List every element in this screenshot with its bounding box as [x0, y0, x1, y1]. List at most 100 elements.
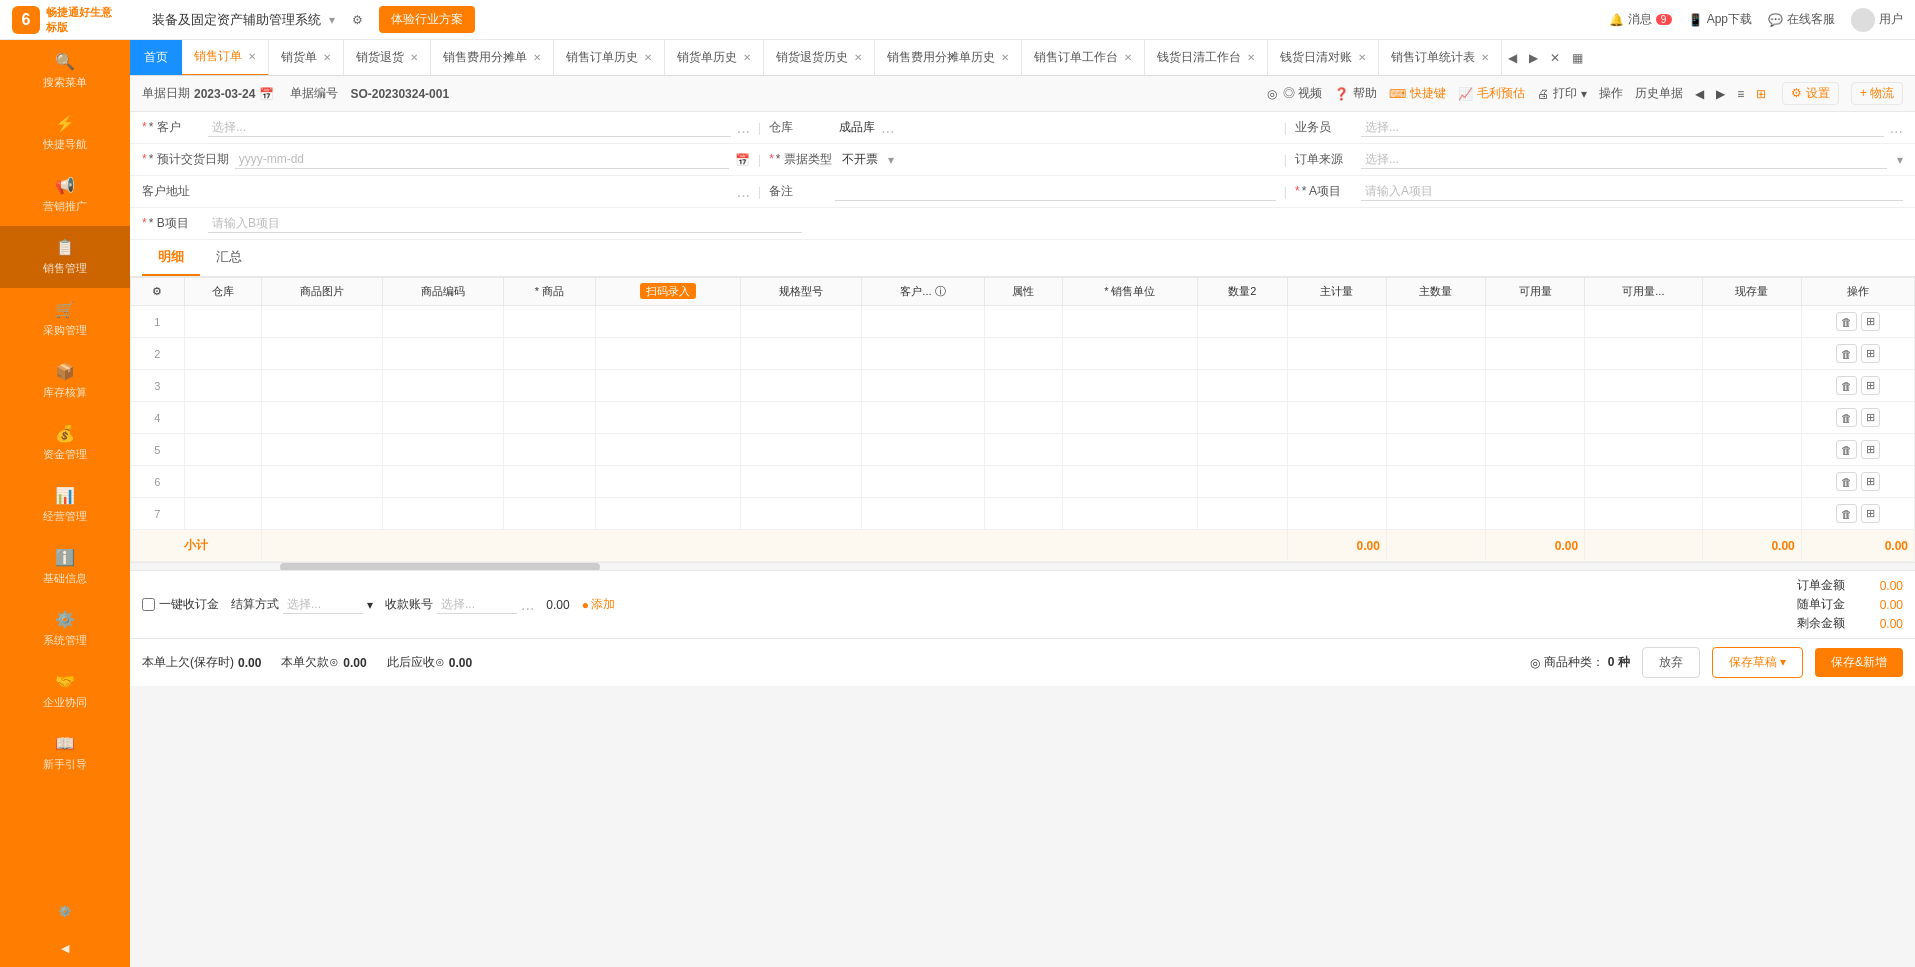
sidebar-item-purchase[interactable]: 🛒 采购管理: [0, 288, 130, 350]
row-scan[interactable]: [595, 306, 740, 338]
customer-input[interactable]: [208, 118, 731, 137]
print-dropdown-icon[interactable]: ▾: [1581, 87, 1587, 101]
one-key-payment-checkbox[interactable]: 一键收订金: [142, 596, 219, 613]
tab-sales-invoice[interactable]: 销货单 ✕: [269, 40, 344, 76]
row-code[interactable]: [382, 498, 503, 530]
row-image[interactable]: [261, 370, 382, 402]
row-copy-button[interactable]: ⊞: [1861, 344, 1880, 363]
payment-method-input[interactable]: [283, 595, 363, 614]
add-button[interactable]: ● 添加: [582, 596, 615, 613]
toolbar-profit-button[interactable]: 📈 毛利预估: [1458, 85, 1525, 102]
account-input[interactable]: [437, 595, 517, 614]
row-unit[interactable]: [1062, 498, 1198, 530]
industry-solution-button[interactable]: 体验行业方案: [379, 6, 475, 33]
row-main-unit[interactable]: [1287, 402, 1386, 434]
row-avail-qty[interactable]: [1486, 402, 1585, 434]
row-copy-button[interactable]: ⊞: [1861, 440, 1880, 459]
row-main-qty[interactable]: [1386, 466, 1485, 498]
row-unit[interactable]: [1062, 466, 1198, 498]
tab-sales-return-close[interactable]: ✕: [410, 52, 418, 63]
row-customer-code[interactable]: [861, 434, 984, 466]
row-warehouse[interactable]: [184, 434, 261, 466]
row-customer-code[interactable]: [861, 466, 984, 498]
tab-daily-workbench-close[interactable]: ✕: [1247, 52, 1255, 63]
staff-more-icon[interactable]: ...: [1890, 119, 1903, 137]
calendar-icon[interactable]: 📅: [259, 87, 274, 101]
b-project-input[interactable]: [208, 214, 802, 233]
tab-menu-button[interactable]: ▦: [1566, 40, 1589, 76]
tab-invoice-history[interactable]: 销货单历史 ✕: [665, 40, 764, 76]
tab-sales-order-history-close[interactable]: ✕: [644, 52, 652, 63]
row-spec[interactable]: [740, 402, 861, 434]
abandon-button[interactable]: 放弃: [1642, 647, 1700, 678]
row-action[interactable]: 🗑 ⊞: [1801, 434, 1914, 466]
row-action[interactable]: 🗑 ⊞: [1801, 498, 1914, 530]
row-product[interactable]: [503, 466, 595, 498]
row-product[interactable]: [503, 338, 595, 370]
toolbar-operation-button[interactable]: 操作: [1599, 85, 1623, 102]
sidebar-item-enterprise[interactable]: 🤝 企业协同: [0, 660, 130, 722]
sidebar-collapse-button[interactable]: ◀: [0, 930, 130, 967]
row-main-unit[interactable]: [1287, 306, 1386, 338]
col-header-settings[interactable]: ⚙: [131, 278, 185, 306]
tab-sales-order-history[interactable]: 销售订单历史 ✕: [554, 40, 665, 76]
order-source-dropdown-icon[interactable]: ▾: [1897, 153, 1903, 167]
sidebar-item-inventory[interactable]: 📦 库存核算: [0, 350, 130, 412]
sidebar-item-finance[interactable]: 💰 资金管理: [0, 412, 130, 474]
order-source-input[interactable]: [1361, 150, 1887, 169]
row-avail-qty[interactable]: [1486, 338, 1585, 370]
row-customer-code[interactable]: [861, 498, 984, 530]
tab-sales-order[interactable]: 销售订单 ✕: [182, 40, 269, 76]
row-delete-button[interactable]: 🗑: [1836, 440, 1857, 459]
row-copy-button[interactable]: ⊞: [1861, 408, 1880, 427]
toolbar-list-icon[interactable]: ≡: [1737, 87, 1744, 101]
row-qty2[interactable]: [1198, 370, 1288, 402]
row-spec[interactable]: [740, 434, 861, 466]
toolbar-nav-prev[interactable]: ◀: [1695, 87, 1704, 101]
row-warehouse[interactable]: [184, 338, 261, 370]
sidebar-item-operations[interactable]: 📊 经营管理: [0, 474, 130, 536]
tab-sales-expense-close[interactable]: ✕: [533, 52, 541, 63]
customer-more-icon[interactable]: ...: [737, 119, 750, 137]
row-avail-qty[interactable]: [1486, 498, 1585, 530]
row-attr[interactable]: [985, 498, 1062, 530]
tab-sales-return[interactable]: 销货退货 ✕: [344, 40, 431, 76]
row-image[interactable]: [261, 498, 382, 530]
app-download-button[interactable]: 📱 App下载: [1688, 11, 1752, 28]
row-code[interactable]: [382, 370, 503, 402]
row-unit[interactable]: [1062, 306, 1198, 338]
tab-sales-expense[interactable]: 销售费用分摊单 ✕: [431, 40, 554, 76]
calendar-delivery-icon[interactable]: 📅: [735, 153, 750, 167]
row-product[interactable]: [503, 434, 595, 466]
toolbar-shortcut-button[interactable]: ⌨ 快捷键: [1389, 85, 1446, 102]
row-scan[interactable]: [595, 498, 740, 530]
sidebar-settings-button[interactable]: ⚙️: [0, 893, 130, 930]
row-code[interactable]: [382, 466, 503, 498]
row-product[interactable]: [503, 498, 595, 530]
row-spec[interactable]: [740, 370, 861, 402]
row-avail-qty2[interactable]: [1585, 402, 1702, 434]
invoice-dropdown-icon[interactable]: ▾: [888, 153, 894, 167]
row-code[interactable]: [382, 338, 503, 370]
tab-next-button[interactable]: ▶: [1523, 40, 1544, 76]
row-avail-qty2[interactable]: [1585, 306, 1702, 338]
toolbar-print-button[interactable]: 🖨 打印 ▾: [1537, 85, 1587, 102]
row-action[interactable]: 🗑 ⊞: [1801, 370, 1914, 402]
row-scan[interactable]: [595, 402, 740, 434]
row-copy-button[interactable]: ⊞: [1861, 312, 1880, 331]
row-qty2[interactable]: [1198, 498, 1288, 530]
address-more-icon[interactable]: ...: [737, 183, 750, 201]
tab-daily-reconcile-close[interactable]: ✕: [1358, 52, 1366, 63]
row-action[interactable]: 🗑 ⊞: [1801, 402, 1914, 434]
row-main-unit[interactable]: [1287, 498, 1386, 530]
one-key-checkbox-input[interactable]: [142, 598, 155, 611]
tab-sales-stats-close[interactable]: ✕: [1481, 52, 1489, 63]
row-spec[interactable]: [740, 498, 861, 530]
tab-order-workbench[interactable]: 销售订单工作台 ✕: [1022, 40, 1145, 76]
online-service-button[interactable]: 💬 在线客服: [1768, 11, 1835, 28]
row-product[interactable]: [503, 402, 595, 434]
row-action[interactable]: 🗑 ⊞: [1801, 338, 1914, 370]
row-copy-button[interactable]: ⊞: [1861, 504, 1880, 523]
row-avail-qty2[interactable]: [1585, 338, 1702, 370]
row-main-qty[interactable]: [1386, 338, 1485, 370]
